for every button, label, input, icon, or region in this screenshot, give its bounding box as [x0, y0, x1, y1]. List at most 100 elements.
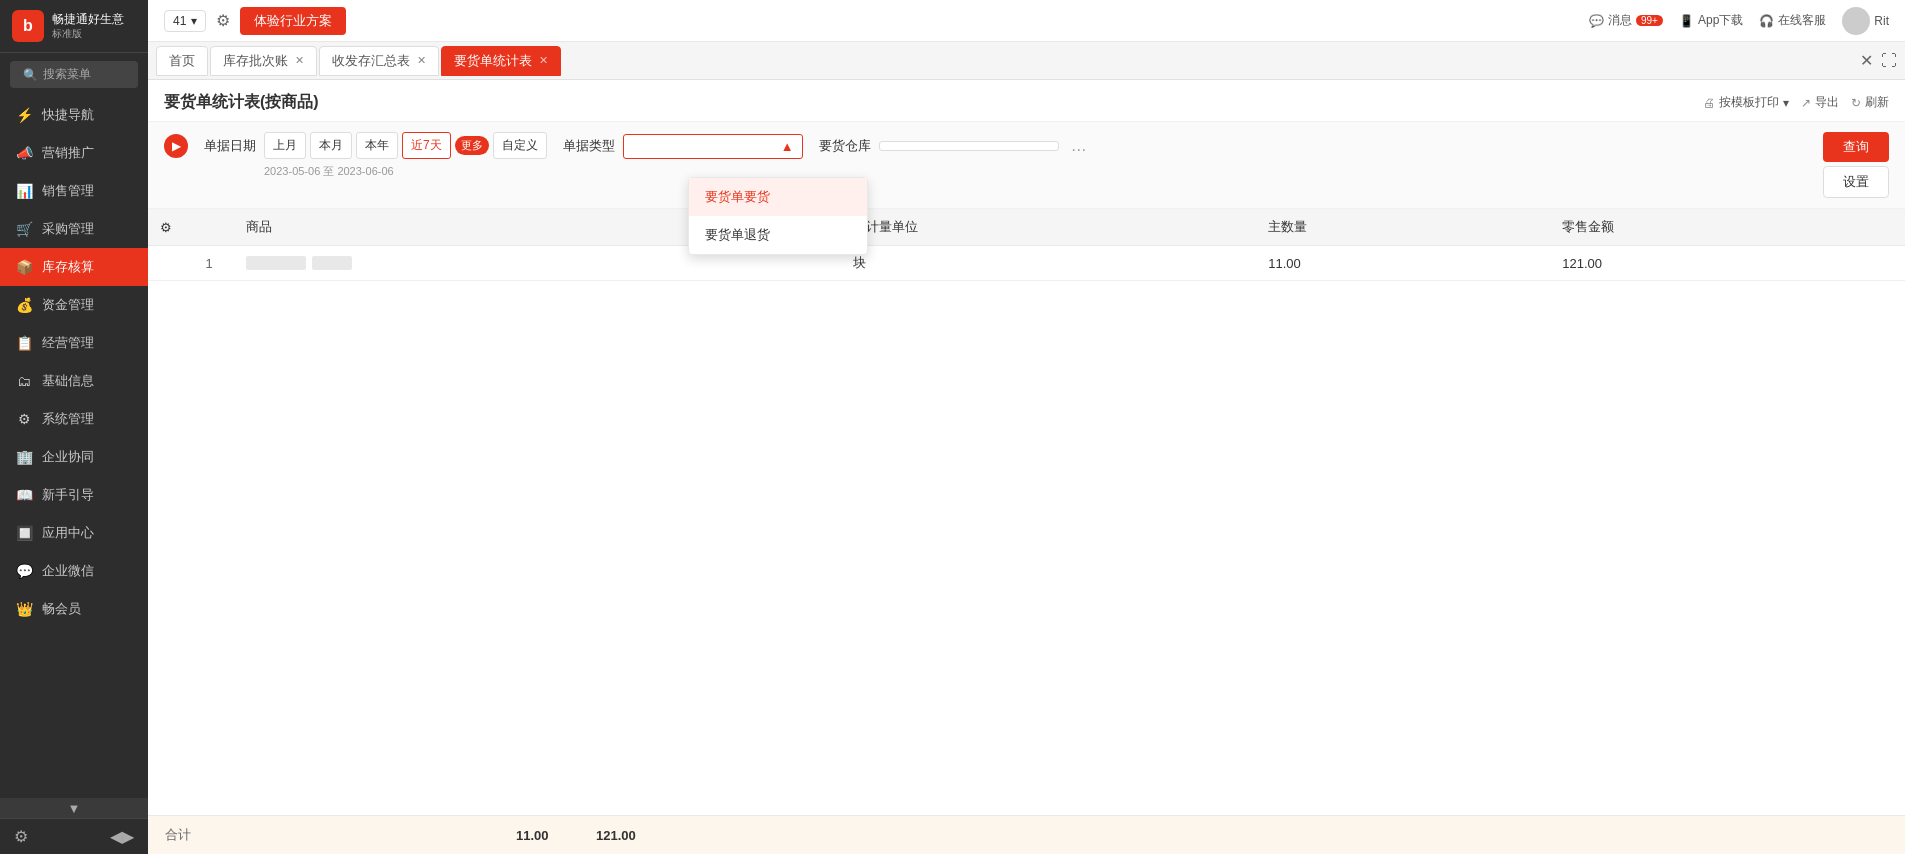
- enterprise-icon: 🏢: [14, 447, 34, 467]
- headset-icon: 🎧: [1759, 14, 1774, 28]
- app-download-action[interactable]: 📱 App下载: [1679, 12, 1743, 29]
- sidebar-item-quick-nav[interactable]: ⚡ 快捷导航: [0, 96, 148, 134]
- settings-footer-icon[interactable]: ⚙: [14, 827, 28, 846]
- refresh-btn[interactable]: ↻ 刷新: [1851, 94, 1889, 111]
- export-btn[interactable]: ↗ 导出: [1801, 94, 1839, 111]
- date-btn-last-month[interactable]: 上月: [264, 132, 306, 159]
- sidebar-item-enterprise[interactable]: 🏢 企业协同: [0, 438, 148, 476]
- brand-text: 畅捷通好生意 标准版: [52, 12, 124, 41]
- app-icon: 🔲: [14, 523, 34, 543]
- tab-fullscreen-icon[interactable]: ⛶: [1881, 52, 1897, 70]
- message-action[interactable]: 💬 消息 99+: [1589, 12, 1663, 29]
- store-selector[interactable]: 41 ▾: [164, 10, 206, 32]
- date-btn-this-year[interactable]: 本年: [356, 132, 398, 159]
- page-title-bar: 要货单统计表(按商品) 🖨 按模板打印 ▾ ↗ 导出 ↻ 刷新: [148, 80, 1905, 122]
- sidebar-item-sales[interactable]: 📊 销售管理: [0, 172, 148, 210]
- dropdown-item-order-request[interactable]: 要货单要货: [689, 178, 867, 216]
- th-quantity: 主数量: [1256, 209, 1550, 246]
- warehouse-select[interactable]: [879, 141, 1059, 151]
- row-quantity: 11.00: [1256, 246, 1550, 281]
- print-btn[interactable]: 🖨 按模板打印 ▾: [1703, 94, 1789, 111]
- filter-more-dots[interactable]: …: [1071, 137, 1087, 155]
- header-right: 💬 消息 99+ 📱 App下载 🎧 在线客服 Rit: [1589, 7, 1889, 35]
- type-chevron-icon: ▲: [781, 139, 794, 154]
- row-amount: 121.00: [1550, 246, 1905, 281]
- table-footer: 合计 11.00 121.00: [148, 815, 1905, 854]
- vip-icon: 👑: [14, 599, 34, 619]
- date-filter-label: 单据日期: [204, 132, 256, 160]
- avatar: [1842, 7, 1870, 35]
- tab-expand-icon[interactable]: ✕: [1860, 51, 1873, 70]
- sidebar-scroll-down[interactable]: ▼: [0, 798, 148, 818]
- type-filter-group: 单据类型 ▲: [563, 132, 803, 160]
- marketing-icon: 📣: [14, 143, 34, 163]
- message-badge: 99+: [1636, 15, 1663, 26]
- warehouse-filter-label: 要货仓库: [819, 132, 871, 160]
- sidebar-item-system[interactable]: ⚙ 系统管理: [0, 400, 148, 438]
- tab-close-receive-summary[interactable]: ✕: [417, 54, 426, 67]
- tab-receive-summary[interactable]: 收发存汇总表 ✕: [319, 46, 439, 76]
- footer-amount: 121.00: [596, 828, 676, 843]
- settings-btn[interactable]: ⚙: [216, 11, 230, 30]
- sidebar-item-purchase[interactable]: 🛒 采购管理: [0, 210, 148, 248]
- row-settings-cell: [148, 246, 184, 281]
- th-amount: 零售金额: [1550, 209, 1905, 246]
- sidebar-item-guide[interactable]: 📖 新手引导: [0, 476, 148, 514]
- query-button[interactable]: 查询: [1823, 132, 1889, 162]
- row-index: 1: [184, 246, 234, 281]
- sidebar-footer: ⚙ ◀▶: [0, 818, 148, 854]
- sidebar-nav: ⚡ 快捷导航 📣 营销推广 📊 销售管理 🛒 采购管理 📦 库存核算 💰 资金管…: [0, 96, 148, 798]
- type-select[interactable]: ▲: [623, 134, 803, 159]
- table-row: 1 块 11.00 121.00: [148, 246, 1905, 281]
- sidebar-item-app[interactable]: 🔲 应用中心: [0, 514, 148, 552]
- type-filter-label: 单据类型: [563, 132, 615, 160]
- data-table: ⚙ 商品 主计量单位 主数量 零售金额: [148, 209, 1905, 281]
- tab-close-inventory-batch[interactable]: ✕: [295, 54, 304, 67]
- tab-inventory-batch[interactable]: 库存批次账 ✕: [210, 46, 317, 76]
- search-icon: 🔍: [23, 68, 38, 82]
- page-actions: 🖨 按模板打印 ▾ ↗ 导出 ↻ 刷新: [1703, 94, 1889, 111]
- sidebar-search[interactable]: 🔍 搜索菜单: [10, 61, 138, 88]
- date-more-badge[interactable]: 更多: [455, 136, 489, 155]
- filter-bar: ▶ 单据日期 上月 本月 本年 近7天 更多 自定义 2023-05-06 至 …: [148, 122, 1905, 209]
- date-btn-custom[interactable]: 自定义: [493, 132, 547, 159]
- product-placeholder-1: [246, 256, 306, 270]
- sidebar: b 畅捷通好生意 标准版 🔍 搜索菜单 ⚡ 快捷导航 📣 营销推广 📊 销售管理…: [0, 0, 148, 854]
- top-header: 41 ▾ ⚙ 体验行业方案 💬 消息 99+ 📱 App下载 🎧 在线客服: [148, 0, 1905, 42]
- tab-home[interactable]: 首页: [156, 46, 208, 76]
- sidebar-item-vip[interactable]: 👑 畅会员: [0, 590, 148, 628]
- footer-label: 合计: [160, 826, 196, 844]
- date-filter-group: 单据日期 上月 本月 本年 近7天 更多 自定义 2023-05-06 至 20…: [204, 132, 547, 179]
- quick-nav-icon: ⚡: [14, 105, 34, 125]
- online-service-action[interactable]: 🎧 在线客服: [1759, 12, 1826, 29]
- tab-order-stats[interactable]: 要货单统计表 ✕: [441, 46, 561, 76]
- trial-button[interactable]: 体验行业方案: [240, 7, 346, 35]
- finance-icon: 💰: [14, 295, 34, 315]
- sidebar-item-inventory[interactable]: 📦 库存核算: [0, 248, 148, 286]
- collapse-icon[interactable]: ◀▶: [110, 827, 134, 846]
- table-header-row: ⚙ 商品 主计量单位 主数量 零售金额: [148, 209, 1905, 246]
- table-area: ⚙ 商品 主计量单位 主数量 零售金额: [148, 209, 1905, 815]
- type-dropdown: 要货单要货 要货单退货: [688, 177, 868, 255]
- wechat-icon: 💬: [14, 561, 34, 581]
- th-settings[interactable]: ⚙: [148, 209, 184, 246]
- dropdown-item-order-return[interactable]: 要货单退货: [689, 216, 867, 254]
- date-btn-this-month[interactable]: 本月: [310, 132, 352, 159]
- sidebar-item-operations[interactable]: 📋 经营管理: [0, 324, 148, 362]
- sidebar-item-marketing[interactable]: 📣 营销推广: [0, 134, 148, 172]
- tab-close-order-stats[interactable]: ✕: [539, 54, 548, 67]
- sidebar-item-wechat[interactable]: 💬 企业微信: [0, 552, 148, 590]
- phone-icon: 📱: [1679, 14, 1694, 28]
- sidebar-item-finance[interactable]: 💰 资金管理: [0, 286, 148, 324]
- date-btn-7days[interactable]: 近7天: [402, 132, 451, 159]
- tab-bar: 首页 库存批次账 ✕ 收发存汇总表 ✕ 要货单统计表 ✕ ✕ ⛶: [148, 42, 1905, 80]
- export-icon: ↗: [1801, 96, 1811, 110]
- page-title: 要货单统计表(按商品): [164, 92, 319, 113]
- chevron-print-icon: ▾: [1783, 96, 1789, 110]
- sidebar-item-basic[interactable]: 🗂 基础信息: [0, 362, 148, 400]
- filter-expand-btn[interactable]: ▶: [164, 134, 188, 158]
- message-icon: 💬: [1589, 14, 1604, 28]
- user-profile[interactable]: Rit: [1842, 7, 1889, 35]
- setting-button[interactable]: 设置: [1823, 166, 1889, 198]
- date-range-text: 2023-05-06 至 2023-06-06: [264, 164, 547, 179]
